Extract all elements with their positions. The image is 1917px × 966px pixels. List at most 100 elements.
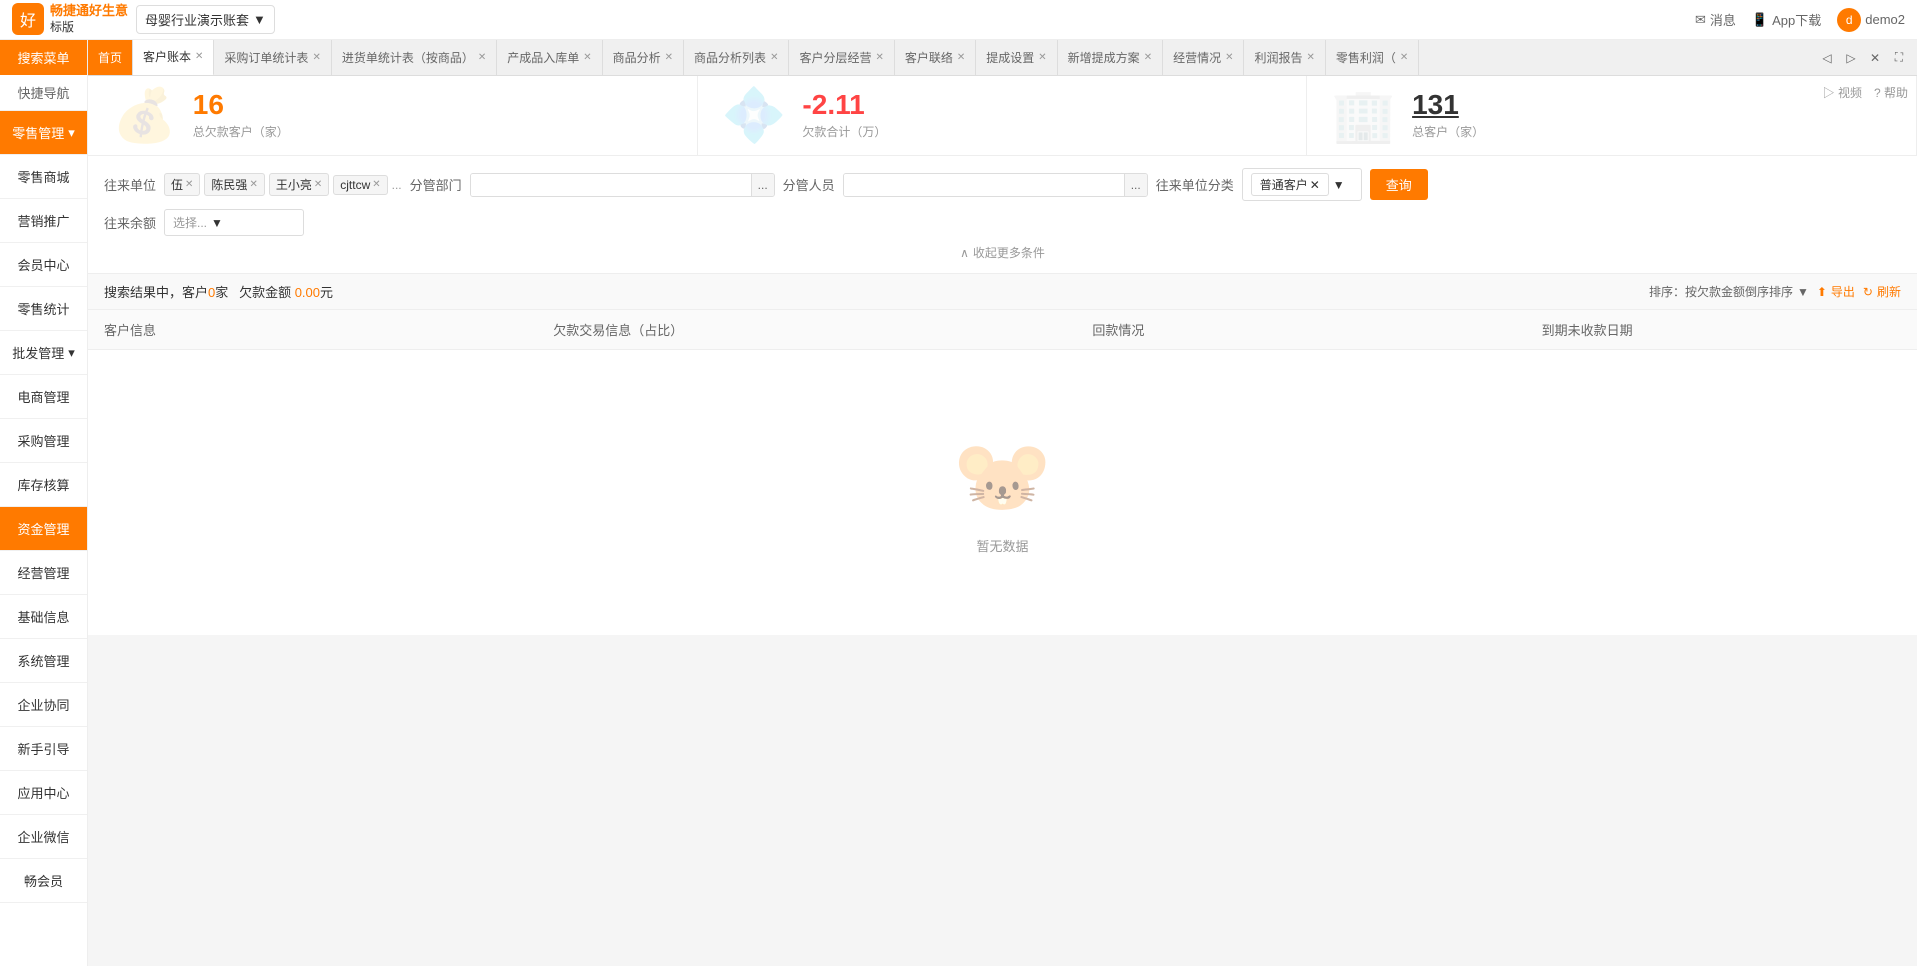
tab-product-inbound[interactable]: 产成品入库单 ✕ xyxy=(497,40,602,76)
refresh-btn[interactable]: ↻ 刷新 xyxy=(1863,283,1901,300)
org-name: 母婴行业演示账套 xyxy=(145,10,249,29)
tab-add-suggest-label: 新增提成方案 xyxy=(1068,49,1140,66)
export-btn[interactable]: ⬆ 导出 xyxy=(1817,283,1855,300)
sidebar-item-vip[interactable]: 畅会员 xyxy=(0,859,87,903)
export-icon: ⬆ xyxy=(1817,285,1827,299)
sidebar-item-zero-stat[interactable]: 零售统计 xyxy=(0,287,87,331)
tab-ops-status[interactable]: 经营情况 ✕ xyxy=(1163,40,1244,76)
results-bar: 搜索结果中，客户0家 欠款金额 0.00元 排序：按欠款金额倒序排序 ▼ ⬆ 导… xyxy=(88,274,1917,310)
logo-icon: 好 xyxy=(12,3,44,35)
user-avatar[interactable]: d demo2 xyxy=(1837,8,1905,32)
collapse-btn[interactable]: ∧ 收起更多条件 xyxy=(104,244,1901,261)
tab-actions: ◁ ▷ ✕ ⛶ xyxy=(1817,48,1917,68)
tab-retail-profit-close[interactable]: ✕ xyxy=(1400,52,1408,63)
tab-customer-accounts[interactable]: 客户账本 ✕ xyxy=(133,40,214,76)
sidebar-item-collab[interactable]: 企业协同 xyxy=(0,683,87,727)
dept-filter-input[interactable] xyxy=(471,174,751,196)
tab-ops-status-close[interactable]: ✕ xyxy=(1225,52,1233,63)
refresh-icon: ↻ xyxy=(1863,285,1873,299)
tab-customer-contact-close[interactable]: ✕ xyxy=(957,52,965,63)
tab-purchase-order-stat[interactable]: 采购订单统计表 ✕ xyxy=(214,40,331,76)
balance-filter-select[interactable]: 选择... ▼ xyxy=(164,209,304,236)
tab-retail-profit-label: 零售利润（ xyxy=(1336,49,1396,66)
category-filter-select[interactable]: 普通客户 ✕ ▼ xyxy=(1242,168,1362,201)
video-help-btn[interactable]: ▷ 视频 xyxy=(1823,84,1862,101)
sidebar-item-label-zero-shop: 零售商城 xyxy=(17,170,69,185)
tab-inbound-stat-close[interactable]: ✕ xyxy=(478,52,486,63)
tab-inbound-stat[interactable]: 进货单统计表（按商品） ✕ xyxy=(332,40,497,76)
person-filter-more[interactable]: ... xyxy=(1124,174,1147,196)
sidebar-search[interactable]: 搜索菜单 xyxy=(0,40,87,75)
sidebar-item-finance[interactable]: 资金管理 xyxy=(0,507,87,551)
sidebar-item-marketing[interactable]: 营销推广 xyxy=(0,199,87,243)
sidebar-item-label-appstore: 应用中心 xyxy=(17,786,69,801)
tab-customer-tier[interactable]: 客户分层经营 ✕ xyxy=(789,40,894,76)
filter-tag-chen-remove[interactable]: ✕ xyxy=(249,179,257,190)
app-download-btn[interactable]: 📱 App下载 xyxy=(1752,10,1821,29)
stat-total-customers: 🏢 131 总客户（家） ▷ 视频 ? 帮助 xyxy=(1307,76,1917,155)
tab-customer-tier-close[interactable]: ✕ xyxy=(875,52,883,63)
tab-goods-analysis-list-close[interactable]: ✕ xyxy=(770,52,778,63)
tab-retail-profit[interactable]: 零售利润（ ✕ xyxy=(1326,40,1419,76)
message-btn[interactable]: ✉ 消息 xyxy=(1695,10,1736,29)
query-button[interactable]: 查询 xyxy=(1370,169,1428,200)
tab-customer-contact[interactable]: 客户联络 ✕ xyxy=(895,40,976,76)
tab-add-suggest-close[interactable]: ✕ xyxy=(1144,52,1152,63)
filter-tag-cjttcw-remove[interactable]: ✕ xyxy=(372,179,380,190)
tab-next-btn[interactable]: ▷ xyxy=(1841,48,1861,68)
filter-unit-more[interactable]: ... xyxy=(392,178,402,192)
tab-home[interactable]: 首页 xyxy=(88,40,133,76)
stat-icon-debt: 💠 xyxy=(722,85,787,146)
filter-tag-chen-label: 陈民强 xyxy=(211,176,247,193)
filter-tag-wu: 伍 ✕ xyxy=(164,173,200,196)
stat-icon-debtors: 💰 xyxy=(112,85,177,146)
sidebar-item-label-vip: 畅会员 xyxy=(24,874,63,889)
sidebar-item-purchase[interactable]: 采购管理 xyxy=(0,419,87,463)
sidebar-item-label-zero-stat: 零售统计 xyxy=(17,302,69,317)
query-btn-label: 查询 xyxy=(1386,178,1412,193)
tab-goods-analysis[interactable]: 商品分析 ✕ xyxy=(603,40,684,76)
category-tag-remove[interactable]: ✕ xyxy=(1310,178,1320,192)
filter-tag-wu-remove[interactable]: ✕ xyxy=(185,179,193,190)
col-customer-info: 客户信息 xyxy=(104,320,553,339)
tab-maximize-btn[interactable]: ⛶ xyxy=(1889,48,1909,68)
page-content: 💰 16 总欠款客户（家） 💠 -2.11 欠款合计（万） 🏢 xyxy=(88,76,1917,966)
sidebar-quick-nav[interactable]: 快捷导航 xyxy=(0,75,87,111)
dept-filter-more[interactable]: ... xyxy=(751,174,774,196)
sidebar-item-basic[interactable]: 基础信息 xyxy=(0,595,87,639)
sidebar-item-ops[interactable]: 经营管理 xyxy=(0,551,87,595)
org-selector[interactable]: 母婴行业演示账套 ▼ xyxy=(136,5,275,34)
tab-prev-btn[interactable]: ◁ xyxy=(1817,48,1837,68)
sidebar-item-zero-shop[interactable]: 零售商城 xyxy=(0,155,87,199)
sort-select[interactable]: 排序：按欠款金额倒序排序 ▼ xyxy=(1649,283,1809,300)
tab-purchase-order-stat-close[interactable]: ✕ xyxy=(312,52,320,63)
tab-profit-report-close[interactable]: ✕ xyxy=(1307,52,1315,63)
sidebar-item-member[interactable]: 会员中心 xyxy=(0,243,87,287)
sidebar-item-inventory[interactable]: 库存核算 xyxy=(0,463,87,507)
filter-tag-wang-remove[interactable]: ✕ xyxy=(314,179,322,190)
sidebar-item-newbie[interactable]: 新手引导 xyxy=(0,727,87,771)
sidebar-item-wholesale[interactable]: 批发管理 ▾ xyxy=(0,331,87,375)
tab-goods-analysis-close[interactable]: ✕ xyxy=(665,52,673,63)
debt-amount: 0.00 xyxy=(295,285,320,300)
tab-close-all-btn[interactable]: ✕ xyxy=(1865,48,1885,68)
sidebar-item-label-wholesale: 批发管理 xyxy=(12,343,64,362)
tab-profit-report[interactable]: 利润报告 ✕ xyxy=(1244,40,1325,76)
main-content: 首页 客户账本 ✕ 采购订单统计表 ✕ 进货单统计表（按商品） ✕ 产成品入库单… xyxy=(88,40,1917,966)
filter-tag-cjttcw-label: cjttcw xyxy=(340,178,370,192)
sidebar-item-label-ops: 经营管理 xyxy=(17,566,69,581)
sidebar-item-system[interactable]: 系统管理 xyxy=(0,639,87,683)
tab-customer-accounts-close[interactable]: ✕ xyxy=(195,51,203,62)
tab-suggest-settings[interactable]: 提成设置 ✕ xyxy=(976,40,1057,76)
tab-add-suggest[interactable]: 新增提成方案 ✕ xyxy=(1058,40,1163,76)
sidebar-item-zero-retail[interactable]: 零售管理 ▾ xyxy=(0,111,87,155)
tab-product-inbound-close[interactable]: ✕ xyxy=(583,52,591,63)
category-dropdown-icon: ▼ xyxy=(1333,178,1345,192)
help-btn[interactable]: ? 帮助 xyxy=(1874,84,1908,101)
person-filter-input[interactable] xyxy=(844,174,1124,196)
sidebar-item-ecommerce[interactable]: 电商管理 xyxy=(0,375,87,419)
tab-goods-analysis-list[interactable]: 商品分析列表 ✕ xyxy=(684,40,789,76)
sidebar-item-wecom[interactable]: 企业微信 xyxy=(0,815,87,859)
tab-suggest-settings-close[interactable]: ✕ xyxy=(1038,52,1046,63)
sidebar-item-appstore[interactable]: 应用中心 xyxy=(0,771,87,815)
